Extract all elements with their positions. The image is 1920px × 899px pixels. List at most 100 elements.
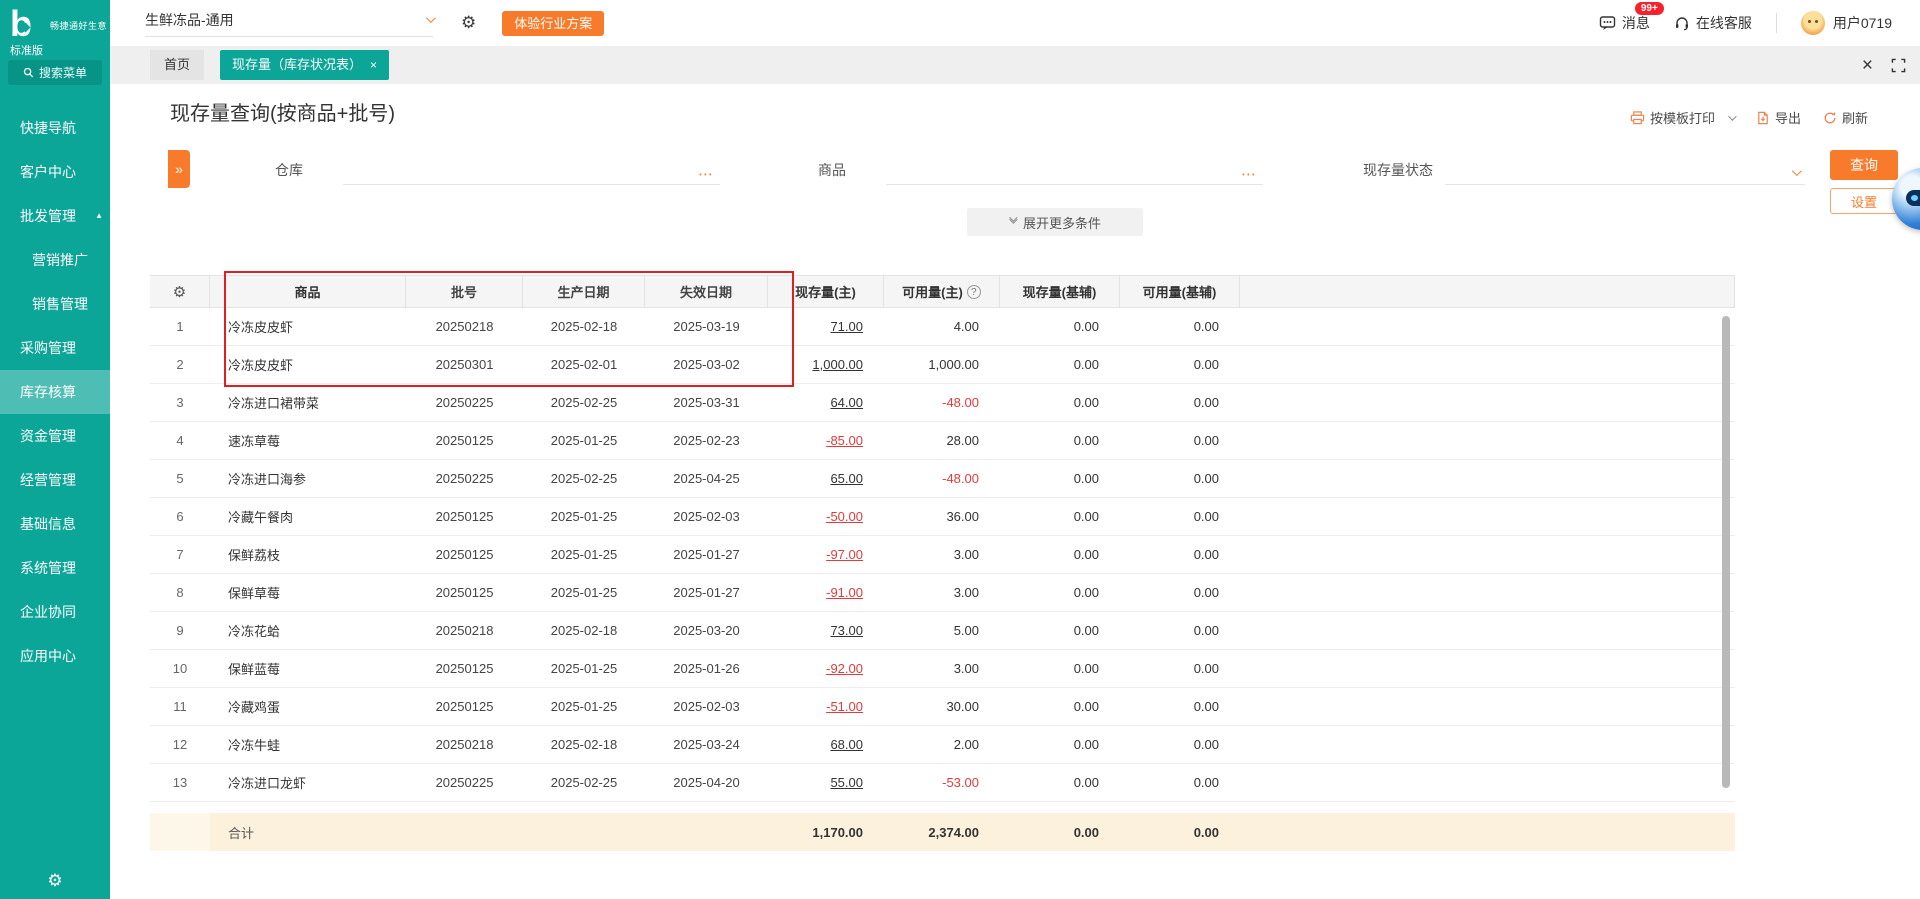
table-row[interactable]: 5 冷冻进口海参 20250225 2025-02-25 2025-04-25 65.00…: [150, 460, 1735, 498]
filter-goods-input[interactable]: ⋯: [886, 157, 1263, 185]
messages-label: 消息: [1621, 15, 1650, 31]
sidebar-item-label: 应用中心: [20, 648, 76, 664]
table-row[interactable]: 1 冷冻皮皮虾 20250218 2025-02-18 2025-03-19 71.00 4…: [150, 308, 1735, 346]
column-header-exp: 失效日期: [645, 276, 768, 307]
search-icon: [23, 67, 34, 78]
sidebar-item-system[interactable]: 系统管理: [0, 546, 110, 590]
cell-production-date: 2025-01-25: [550, 585, 618, 600]
qty-main-link[interactable]: 71.00: [830, 319, 863, 334]
settings-button[interactable]: 设置: [1830, 188, 1898, 214]
table-row[interactable]: 7 保鲜荔枝 20250125 2025-01-25 2025-01-27 -97.00 3…: [150, 536, 1735, 574]
print-by-template-button[interactable]: 按模板打印: [1630, 108, 1737, 127]
cell-qty-main: 1,000.00: [768, 346, 884, 383]
query-button[interactable]: 查询: [1830, 150, 1898, 180]
refresh-button[interactable]: 刷新: [1823, 108, 1868, 127]
cell-filler: [1240, 612, 1735, 649]
column-header-made: 生产日期: [523, 276, 645, 307]
sidebar-item-base-info[interactable]: 基础信息: [0, 502, 110, 546]
tab-home[interactable]: 首页: [150, 50, 205, 80]
table-row[interactable]: 4 速冻草莓 20250125 2025-01-25 2025-02-23 -85.00 2…: [150, 422, 1735, 460]
sidebar-item-label: 资金管理: [20, 428, 76, 444]
column-settings-gear-icon[interactable]: ⚙: [173, 283, 186, 301]
cell-production-date: 2025-01-25: [550, 547, 618, 562]
account-select[interactable]: 生鲜冻品-通用: [145, 10, 436, 37]
sidebar-item-marketing[interactable]: 营销推广: [0, 238, 110, 282]
cell-production-date: 2025-02-18: [550, 319, 618, 334]
tabbar-actions: ×: [1862, 46, 1906, 84]
export-button[interactable]: 导出: [1756, 108, 1801, 127]
trial-plan-button[interactable]: 体验行业方案: [502, 10, 605, 36]
tab-current-stock[interactable]: 现存量（库存状况表） ×: [220, 50, 390, 80]
table-row[interactable]: 9 冷冻花蛤 20250218 2025-02-18 2025-03-20 73.00 5.…: [150, 612, 1735, 650]
table-row[interactable]: 11 冷藏鸡蛋 20250125 2025-01-25 2025-02-03 -51.00…: [150, 688, 1735, 726]
sidebar-item-quick-nav[interactable]: 快捷导航: [0, 106, 110, 150]
cell-batch: 20250125: [435, 433, 494, 448]
cell-qty-aux: 0.00: [1073, 585, 1099, 600]
table-row[interactable]: 13 冷冻进口龙虾 20250225 2025-02-25 2025-04-20 55.0…: [150, 764, 1735, 802]
cell-product: 冷冻花蛤: [228, 624, 281, 639]
sidebar-settings-gear-icon[interactable]: ⚙: [0, 871, 110, 891]
cell-batch: 20250301: [435, 357, 494, 372]
qty-main-link[interactable]: -92.00: [826, 661, 863, 676]
sidebar-item-funds[interactable]: 资金管理: [0, 414, 110, 458]
sidebar-item-app-center[interactable]: 应用中心: [0, 634, 110, 678]
tab-close-icon[interactable]: ×: [370, 50, 377, 80]
qty-main-link[interactable]: -91.00: [826, 585, 863, 600]
filter-stock-status-select[interactable]: [1445, 157, 1805, 185]
sidebar-item-sales[interactable]: 销售管理: [0, 282, 110, 326]
qty-main-link[interactable]: -97.00: [826, 547, 863, 562]
table-row[interactable]: 8 保鲜草莓 20250125 2025-01-25 2025-01-27 -91.00 3…: [150, 574, 1735, 612]
user-menu[interactable]: 用户0719: [1800, 11, 1892, 35]
more-options-icon[interactable]: ⋯: [1241, 167, 1257, 182]
messages-button[interactable]: 消息 99+: [1599, 2, 1664, 33]
cell-product: 速冻草莓: [228, 434, 281, 449]
cell-expiry-date: 2025-03-19: [673, 319, 740, 334]
cell-avail-main: 2.00: [953, 737, 979, 752]
app-window: b 畅捷通好生意 标准版 搜索菜单 快捷导航 客户中心 批发管理 ▲ 营销推广 销售管理采…: [0, 0, 1920, 899]
table-row[interactable]: 12 冷冻牛蛙 20250218 2025-02-18 2025-03-24 68.00 2…: [150, 726, 1735, 764]
brand-logo-icon: b: [10, 3, 32, 44]
cell-expiry-date: 2025-04-20: [673, 775, 740, 790]
sidebar-item-customer-center[interactable]: 客户中心: [0, 150, 110, 194]
table-row[interactable]: 6 冷藏午餐肉 20250125 2025-01-25 2025-02-03 -50.00…: [150, 498, 1735, 536]
menu-search-input[interactable]: 搜索菜单: [8, 60, 102, 85]
expand-more-conditions[interactable]: 展开更多条件: [967, 208, 1143, 236]
close-page-icon[interactable]: ×: [1862, 56, 1873, 75]
cell-expiry-date: 2025-02-03: [673, 699, 740, 714]
topbar-right: 消息 99+ 在线客服 用户0719: [1599, 2, 1892, 35]
qty-main-link[interactable]: -50.00: [826, 509, 863, 524]
help-icon[interactable]: ?: [966, 284, 981, 299]
qty-main-link[interactable]: 55.00: [830, 775, 863, 790]
sidebar-item-purchase[interactable]: 采购管理: [0, 326, 110, 370]
settings-gear-icon[interactable]: ⚙: [461, 13, 476, 33]
qty-main-link[interactable]: 65.00: [830, 471, 863, 486]
sidebar-item-wholesale[interactable]: 批发管理 ▲: [0, 194, 110, 238]
table-row[interactable]: 3 冷冻进口裙带菜 20250225 2025-02-25 2025-03-31 64.0…: [150, 384, 1735, 422]
qty-main-link[interactable]: -85.00: [826, 433, 863, 448]
cell-avail-main: -48.00: [942, 471, 979, 486]
filter-collapse-handle[interactable]: »: [168, 150, 190, 188]
qty-main-link[interactable]: 68.00: [830, 737, 863, 752]
more-options-icon[interactable]: ⋯: [698, 167, 714, 182]
qty-main-link[interactable]: -51.00: [826, 699, 863, 714]
sidebar-item-inventory[interactable]: 库存核算: [0, 370, 110, 414]
qty-main-link[interactable]: 73.00: [830, 623, 863, 638]
column-header-aaux: 可用量(基辅): [1120, 276, 1240, 307]
cell-avail-main: -48.00: [942, 395, 979, 410]
cell-batch: 20250225: [435, 775, 494, 790]
qty-main-link[interactable]: 1,000.00: [812, 357, 863, 372]
table-row[interactable]: 10 保鲜蓝莓 20250125 2025-01-25 2025-01-26 -92.00…: [150, 650, 1735, 688]
cell-avail-aux: 0.00: [1193, 661, 1219, 676]
online-support-button[interactable]: 在线客服: [1674, 13, 1752, 33]
sidebar-item-collaboration[interactable]: 企业协同: [0, 590, 110, 634]
cell-qty-aux: 0.00: [1073, 509, 1099, 524]
cell-avail-main: 36.00: [946, 509, 979, 524]
sidebar-item-operations[interactable]: 经营管理: [0, 458, 110, 502]
sidebar-item-label: 采购管理: [20, 340, 76, 356]
qty-main-link[interactable]: 64.00: [830, 395, 863, 410]
cell-product: 冷冻进口海参: [228, 472, 307, 487]
scrollbar-thumb[interactable]: [1722, 316, 1730, 788]
filter-warehouse-input[interactable]: ⋯: [343, 157, 720, 185]
fullscreen-icon[interactable]: [1891, 58, 1906, 73]
table-row[interactable]: 2 冷冻皮皮虾 20250301 2025-02-01 2025-03-02 1,000.…: [150, 346, 1735, 384]
